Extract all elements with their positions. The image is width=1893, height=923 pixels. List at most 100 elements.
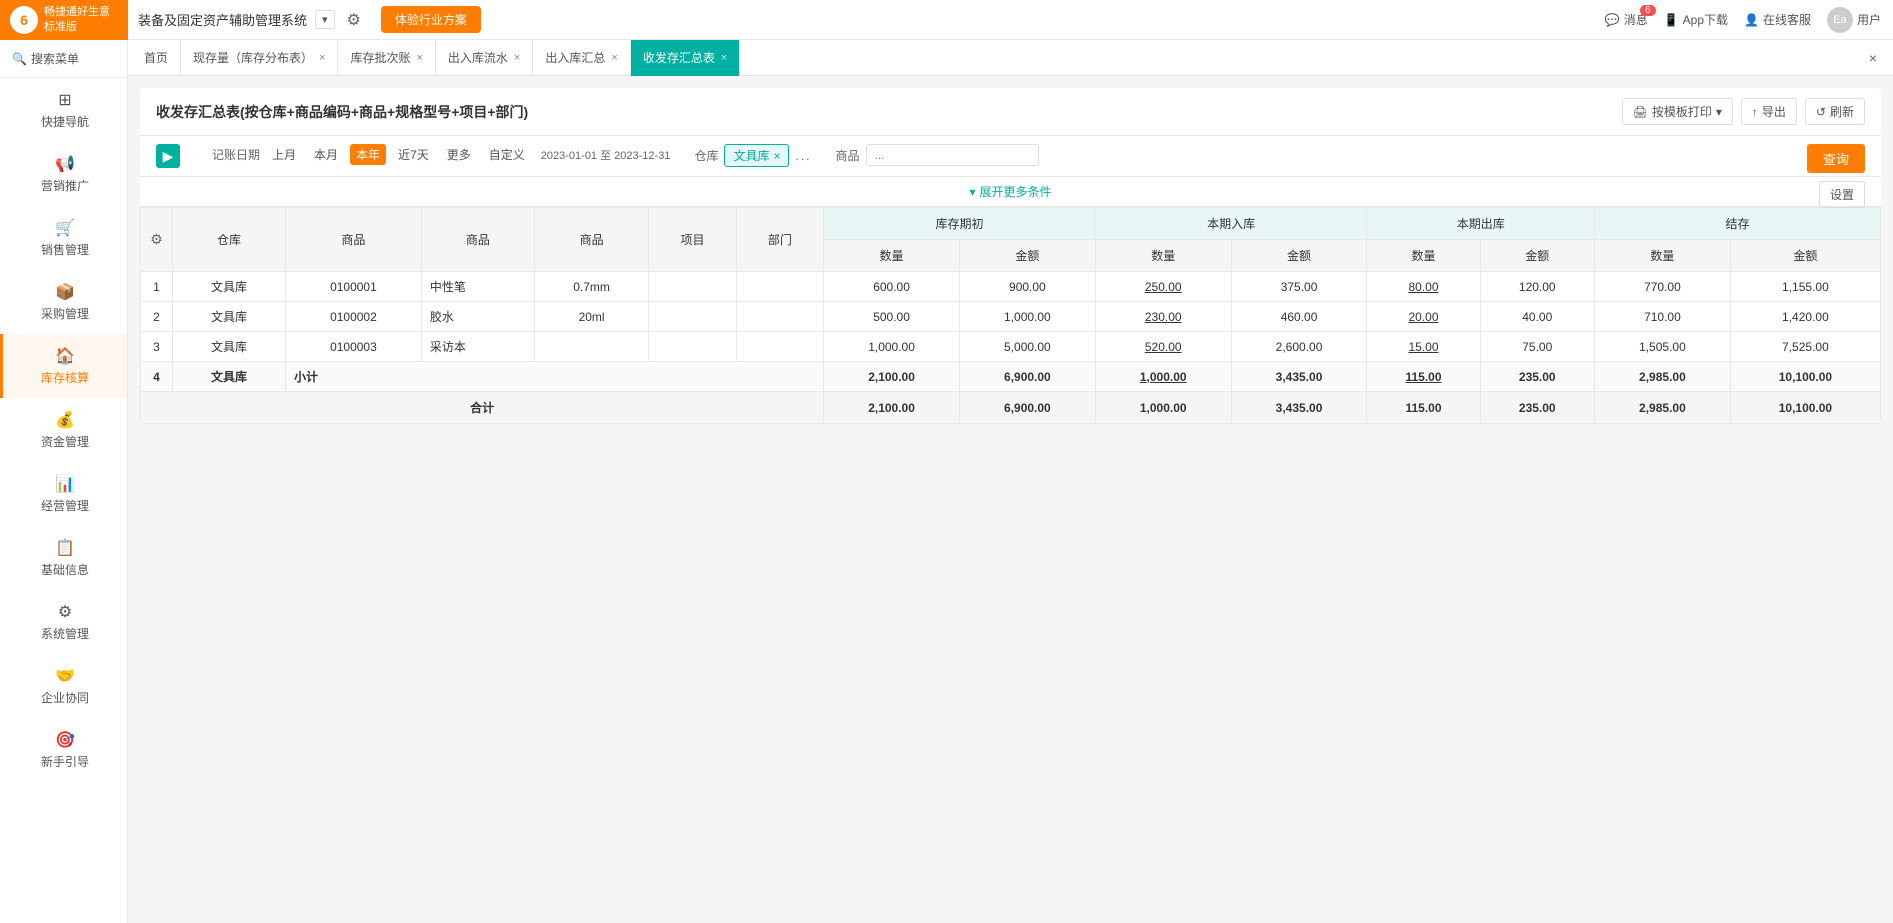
sidebar-item-finance[interactable]: 💰 资金管理 (0, 398, 127, 462)
row-open-amt: 5,000.00 (959, 332, 1095, 362)
total-in-qty: 1,000.00 (1095, 392, 1231, 424)
tab-bar-close-btn[interactable]: × (1857, 50, 1889, 66)
subtotal-open-amt: 6,900.00 (959, 362, 1095, 392)
subtotal-out-qty[interactable]: 115.00 (1367, 362, 1480, 392)
sidebar: 🔍 搜索菜单 ⊞ 快捷导航 📢 营销推广 🛒 销售管理 📦 采购管理 🏠 库存核… (0, 40, 128, 923)
goods-filter-input[interactable] (866, 144, 1039, 166)
app-download-btn[interactable]: 📱 App下载 (1664, 11, 1728, 28)
tab-stock-dist[interactable]: 现存量（库存分布表） × (181, 40, 338, 76)
warehouse-more-btn[interactable]: ... (795, 149, 811, 163)
subtotal-label: 小计 (286, 362, 824, 392)
row-out-qty[interactable]: 80.00 (1367, 272, 1480, 302)
total-out-qty: 115.00 (1367, 392, 1480, 424)
date-btn-more[interactable]: 更多 (441, 144, 477, 165)
total-open-qty: 2,100.00 (824, 392, 960, 424)
date-btn-7days[interactable]: 近7天 (392, 144, 435, 165)
sidebar-item-label-system: 系统管理 (41, 625, 89, 642)
sidebar-item-marketing[interactable]: 📢 营销推广 (0, 142, 127, 206)
tab-stock-dist-close[interactable]: × (319, 52, 325, 64)
th-project: 项目 (649, 208, 736, 272)
row-in-qty[interactable]: 250.00 (1095, 272, 1231, 302)
sidebar-item-purchase[interactable]: 📦 采购管理 (0, 270, 127, 334)
tab-recv-send-label: 收发存汇总表 (643, 49, 715, 66)
print-icon: 🖨 (1633, 105, 1648, 119)
online-service-btn[interactable]: 👤 在线客服 (1744, 11, 1811, 28)
export-btn[interactable]: ↑ 导出 (1741, 98, 1797, 125)
warehouse-tag-name: 文具库 (733, 147, 769, 164)
subtotal-in-qty[interactable]: 1,000.00 (1095, 362, 1231, 392)
sidebar-item-newbie[interactable]: 🎯 新手引导 (0, 718, 127, 782)
row-dept (736, 302, 823, 332)
total-out-amt: 235.00 (1480, 392, 1594, 424)
system-icon: ⚙ (58, 602, 72, 622)
user-label: 用户 (1857, 11, 1881, 28)
settings-btn[interactable]: 设置 (1819, 181, 1865, 208)
message-icon: 💬 (1605, 13, 1620, 27)
date-btn-this-year[interactable]: 本年 (350, 144, 386, 165)
row-in-qty[interactable]: 230.00 (1095, 302, 1231, 332)
tab-recv-send-close[interactable]: × (721, 52, 727, 64)
subtotal-row: 4 文具库 小计 2,100.00 6,900.00 1,000.00 3,43… (141, 362, 1881, 392)
sidebar-item-inventory[interactable]: 🏠 库存核算 (0, 334, 127, 398)
refresh-btn[interactable]: ↺ 刷新 (1805, 98, 1865, 125)
tab-flow-close[interactable]: × (514, 52, 520, 64)
row-out-amt: 75.00 (1480, 332, 1594, 362)
tab-flow[interactable]: 出入库流水 × (436, 40, 533, 76)
row-name: 中性笔 (421, 272, 534, 302)
logo-text: 畅捷通好生意 标准版 (44, 5, 110, 34)
row-out-qty[interactable]: 15.00 (1367, 332, 1480, 362)
sidebar-item-quick-nav[interactable]: ⊞ 快捷导航 (0, 78, 127, 142)
table-settings-col[interactable]: ⚙ (141, 208, 173, 272)
row-in-qty[interactable]: 520.00 (1095, 332, 1231, 362)
row-close-amt: 1,420.00 (1730, 302, 1880, 332)
expand-conditions-btn[interactable]: ▾ 展开更多条件 (969, 183, 1051, 200)
sidebar-item-operation[interactable]: 📊 经营管理 (0, 462, 127, 526)
tab-batch[interactable]: 库存批次账 × (338, 40, 435, 76)
sidebar-item-basic[interactable]: 📋 基础信息 (0, 526, 127, 590)
sidebar-item-enterprise[interactable]: 🤝 企业协同 (0, 654, 127, 718)
newbie-icon: 🎯 (55, 730, 75, 750)
date-btn-custom[interactable]: 自定义 (483, 144, 531, 165)
table-container: ⚙ 仓库 商品 商品 商品 项目 部门 库存期初 本期入库 本期出库 结存 (140, 207, 1881, 424)
tab-recv-send[interactable]: 收发存汇总表 × (631, 40, 740, 76)
warehouse-tag-close[interactable]: × (773, 149, 780, 163)
row-close-qty: 710.00 (1595, 302, 1731, 332)
tab-summary-close[interactable]: × (611, 52, 617, 64)
expand-bar: ▾ 展开更多条件 (140, 177, 1881, 207)
print-btn[interactable]: 🖨 按模板打印 ▾ (1622, 98, 1733, 125)
th-out-group: 本期出库 (1367, 208, 1595, 240)
tab-stock-dist-label: 现存量（库存分布表） (193, 49, 313, 66)
tab-summary[interactable]: 出入库汇总 × (533, 40, 630, 76)
gear-settings-btn[interactable]: ⚙ (343, 10, 365, 30)
trial-btn[interactable]: 体验行业方案 (381, 6, 481, 33)
message-btn[interactable]: 💬 消息 6 (1605, 11, 1648, 28)
row-spec: 20ml (534, 302, 648, 332)
subtotal-idx: 4 (141, 362, 173, 392)
inventory-icon: 🏠 (55, 346, 75, 366)
query-btn[interactable]: 查询 (1807, 144, 1865, 173)
date-btn-last-month[interactable]: 上月 (266, 144, 302, 165)
row-close-amt: 1,155.00 (1730, 272, 1880, 302)
system-dropdown-btn[interactable]: ▾ (315, 10, 335, 29)
th-close-amt: 金额 (1730, 240, 1880, 272)
warehouse-filter-group: 仓库 文具库 × ... (694, 144, 811, 167)
page-content: 收发存汇总表(按仓库+商品编码+商品+规格型号+项目+部门) 🖨 按模板打印 ▾… (128, 76, 1893, 923)
row-code: 0100001 (286, 272, 422, 302)
tab-home[interactable]: 首页 (132, 40, 181, 76)
sidebar-search[interactable]: 🔍 搜索菜单 (0, 40, 127, 78)
table-row: 3 文具库 0100003 采访本 1,000.00 5,000.00 520.… (141, 332, 1881, 362)
row-out-qty[interactable]: 20.00 (1367, 302, 1480, 332)
sidebar-item-label-inventory: 库存核算 (41, 369, 89, 386)
tab-flow-label: 出入库流水 (448, 49, 508, 66)
sidebar-item-system[interactable]: ⚙ 系统管理 (0, 590, 127, 654)
app-title-area: 装备及固定资产辅助管理系统 ▾ ⚙ 体验行业方案 (138, 6, 481, 33)
operation-icon: 📊 (55, 474, 75, 494)
right-action-btns: 查询 设置 (1807, 144, 1865, 208)
sidebar-item-sales[interactable]: 🛒 销售管理 (0, 206, 127, 270)
tab-batch-close[interactable]: × (416, 52, 422, 64)
filter-toggle-btn[interactable]: ▶ (156, 144, 180, 168)
subtotal-close-qty: 2,985.00 (1595, 362, 1731, 392)
date-btn-this-month[interactable]: 本月 (308, 144, 344, 165)
user-btn[interactable]: Ea 用户 (1827, 7, 1881, 33)
export-label: 导出 (1762, 103, 1786, 120)
